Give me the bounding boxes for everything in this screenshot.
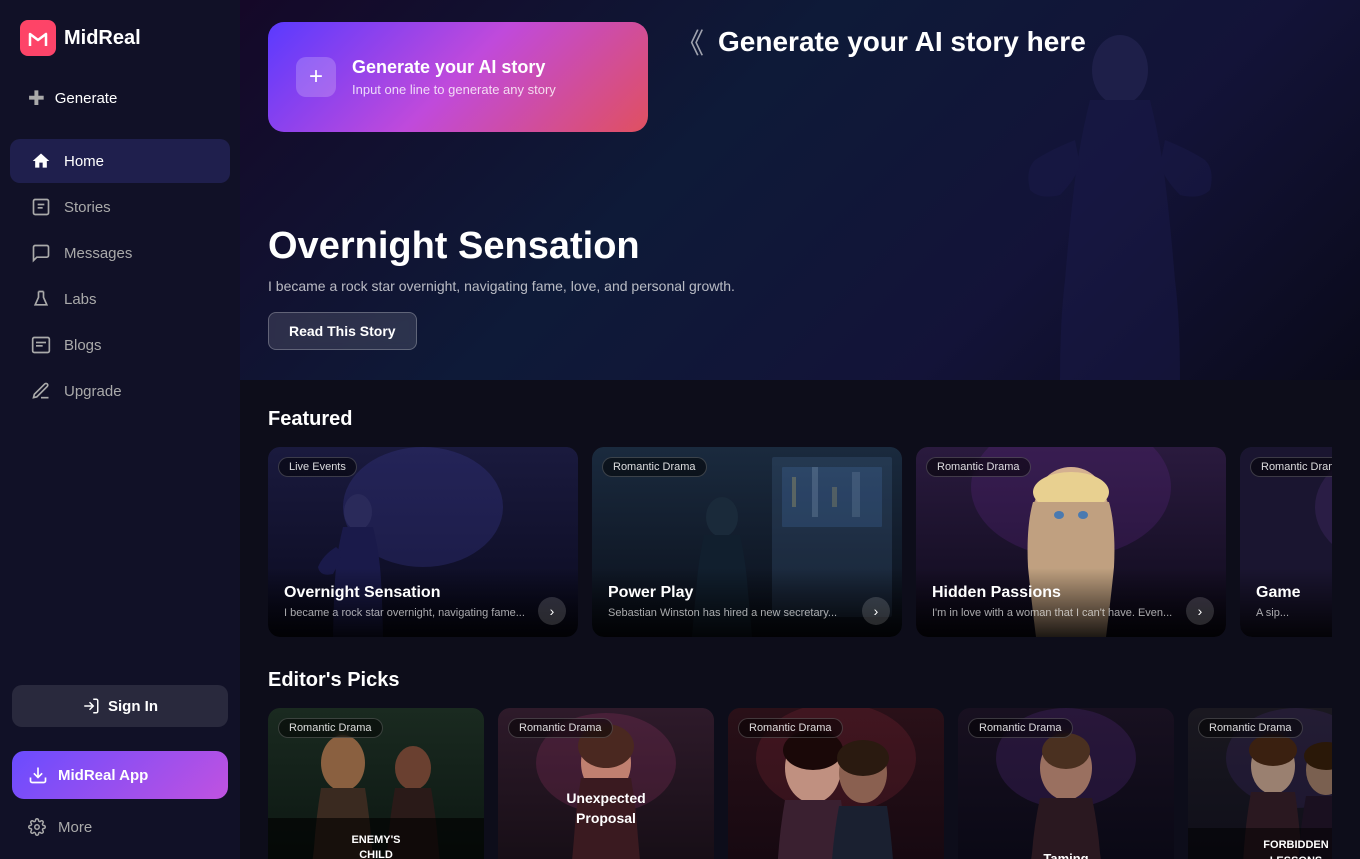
game-title: Game: [1256, 584, 1332, 602]
hero-story-title: Overnight Sensation: [268, 225, 735, 268]
featured-card-power-play[interactable]: Romantic Drama Power Play Sebastian Wins…: [592, 447, 902, 637]
unexpected-proposal-genre: Romantic Drama: [508, 718, 613, 738]
generate-card-title: Generate your AI story: [352, 57, 556, 78]
editors-picks-section: Editor's Picks: [268, 669, 1332, 859]
editor-card-unexpected-proposal[interactable]: Unexpected Proposal Romantic Drama: [498, 708, 714, 859]
sign-in-button[interactable]: Sign In: [12, 685, 228, 727]
svg-text:LESSONS: LESSONS: [1270, 855, 1323, 859]
generate-plus-icon: +: [296, 57, 336, 97]
featured-card-overnight[interactable]: Live Events Overnight Sensation I became…: [268, 447, 578, 637]
sidebar-item-home[interactable]: Home: [10, 139, 230, 183]
generate-label: Generate: [55, 90, 118, 107]
hero-story-desc: I became a rock star overnight, navigati…: [268, 278, 735, 294]
svg-text:FORBIDDEN: FORBIDDEN: [1263, 839, 1328, 851]
generate-right: 《 Generate your AI story here: [676, 22, 1086, 62]
svg-text:Unexpected: Unexpected: [566, 790, 645, 806]
power-play-desc: Sebastian Winston has hired a new secret…: [608, 606, 886, 621]
sign-in-icon: [82, 697, 100, 715]
overnight-desc: I became a rock star overnight, navigati…: [284, 606, 562, 621]
game-genre: Romantic Drama: [1250, 457, 1332, 477]
hidden-passions-genre: Romantic Drama: [926, 457, 1031, 477]
hidden-passions-title: Hidden Passions: [932, 584, 1210, 602]
featured-title: Featured: [268, 408, 1332, 431]
settings-icon: [28, 818, 46, 836]
svg-text:Proposal: Proposal: [576, 810, 636, 826]
featured-card-hidden-passions[interactable]: Romantic Drama Hidden Passions I'm in lo…: [916, 447, 1226, 637]
chevron-left-icon: 《: [676, 22, 704, 62]
svg-text:Taming: Taming: [1043, 851, 1088, 859]
editor-card-unexpected-infatuation[interactable]: Romantic Drama: [728, 708, 944, 859]
overnight-genre: Live Events: [278, 457, 357, 477]
power-play-title: Power Play: [608, 584, 886, 602]
sidebar: MidReal ✚ Generate Home Stories: [0, 0, 240, 859]
upgrade-label: Upgrade: [64, 383, 122, 400]
stories-label: Stories: [64, 199, 111, 216]
featured-card-game[interactable]: Romantic Drama Game A sip...: [1240, 447, 1332, 637]
labs-label: Labs: [64, 291, 97, 308]
main-content: + Generate your AI story Input one line …: [240, 0, 1360, 859]
stories-icon: [30, 196, 52, 218]
labs-icon: [30, 288, 52, 310]
editor-card-taming[interactable]: Taming Romantic Drama: [958, 708, 1174, 859]
hero-story-info: Overnight Sensation I became a rock star…: [268, 225, 735, 350]
messages-icon: [30, 242, 52, 264]
featured-section: Featured: [268, 408, 1332, 637]
featured-row: Live Events Overnight Sensation I became…: [268, 447, 1332, 637]
hidden-passions-desc: I'm in love with a woman that I can't ha…: [932, 606, 1210, 621]
sidebar-item-labs[interactable]: Labs: [10, 277, 230, 321]
power-play-next-btn[interactable]: ›: [862, 597, 890, 625]
home-icon: [30, 150, 52, 172]
sidebar-bottom: MidReal App More: [0, 739, 240, 859]
upgrade-icon: [30, 380, 52, 402]
generate-card[interactable]: + Generate your AI story Input one line …: [268, 22, 648, 132]
taming-genre: Romantic Drama: [968, 718, 1073, 738]
logo-icon: [20, 20, 56, 56]
home-label: Home: [64, 153, 104, 170]
download-icon: [28, 765, 48, 785]
more-label: More: [58, 819, 92, 836]
generate-button[interactable]: ✚ Generate: [12, 76, 228, 121]
generate-card-subtitle: Input one line to generate any story: [352, 82, 556, 97]
sidebar-item-stories[interactable]: Stories: [10, 185, 230, 229]
power-play-genre: Romantic Drama: [602, 457, 707, 477]
generate-plus-icon: ✚: [28, 86, 45, 111]
sidebar-item-upgrade[interactable]: Upgrade: [10, 369, 230, 413]
generate-here-text: Generate your AI story here: [718, 26, 1086, 58]
editors-picks-row: ENEMY'S CHILD Romantic Drama: [268, 708, 1332, 859]
editors-picks-title: Editor's Picks: [268, 669, 1332, 692]
sidebar-item-messages[interactable]: Messages: [10, 231, 230, 275]
blogs-icon: [30, 334, 52, 356]
overnight-next-btn[interactable]: ›: [538, 597, 566, 625]
sidebar-item-blogs[interactable]: Blogs: [10, 323, 230, 367]
overnight-title: Overnight Sensation: [284, 584, 562, 602]
hero-section: + Generate your AI story Input one line …: [240, 0, 1360, 380]
content-area: Featured: [240, 380, 1360, 859]
blogs-label: Blogs: [64, 337, 102, 354]
infatuation-genre: Romantic Drama: [738, 718, 843, 738]
messages-label: Messages: [64, 245, 132, 262]
sidebar-nav: Home Stories Messages L: [0, 133, 240, 681]
svg-text:ENEMY'S: ENEMY'S: [351, 834, 400, 846]
editor-card-enemys-child[interactable]: ENEMY'S CHILD Romantic Drama: [268, 708, 484, 859]
hidden-passions-next-btn[interactable]: ›: [1186, 597, 1214, 625]
midreal-app-button[interactable]: MidReal App: [12, 751, 228, 799]
more-button[interactable]: More: [12, 807, 228, 847]
enemys-child-genre: Romantic Drama: [278, 718, 383, 738]
logo-text: MidReal: [64, 27, 141, 50]
forbidden-lessons-genre: Romantic Drama: [1198, 718, 1303, 738]
editor-card-forbidden-lessons[interactable]: FORBIDDEN LESSONS Romantic Drama: [1188, 708, 1332, 859]
game-desc: A sip...: [1256, 606, 1332, 621]
svg-text:CHILD: CHILD: [359, 849, 393, 859]
read-story-button[interactable]: Read This Story: [268, 312, 417, 350]
midreal-app-label: MidReal App: [58, 767, 148, 784]
sign-in-label: Sign In: [108, 698, 158, 715]
sidebar-logo[interactable]: MidReal: [0, 0, 240, 72]
